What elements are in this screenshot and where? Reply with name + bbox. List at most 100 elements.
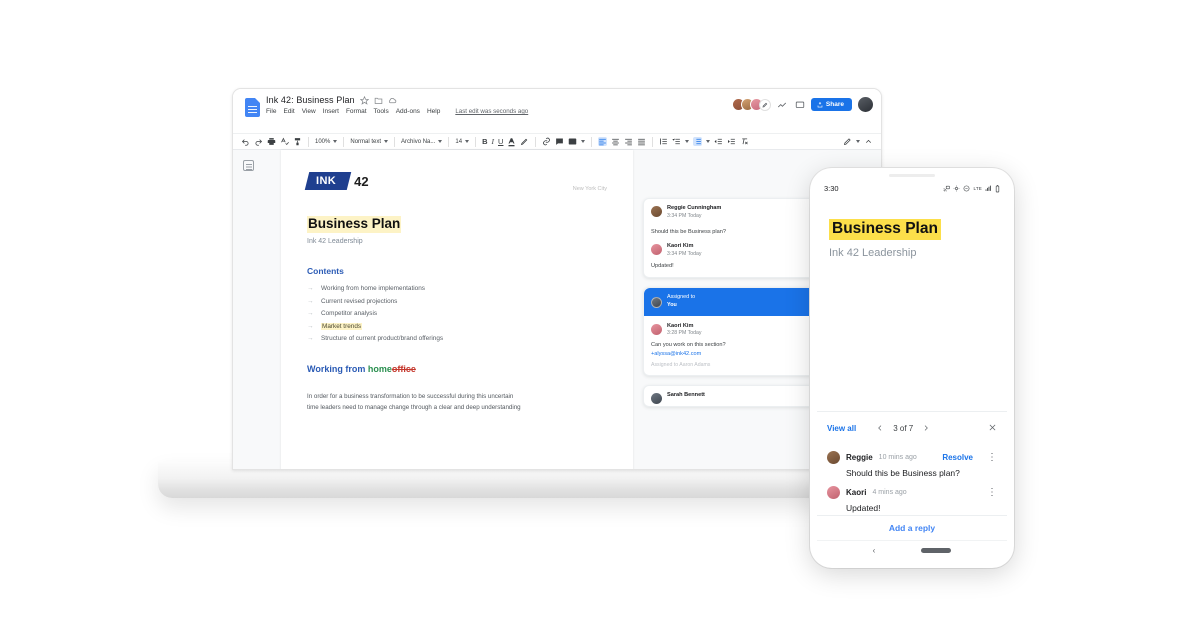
add-comment-icon[interactable] <box>555 137 564 146</box>
chevron-down-icon[interactable] <box>856 140 860 143</box>
document-outline-button[interactable] <box>243 160 254 171</box>
contents-item-label: Structure of current product/brand offer… <box>321 335 444 342</box>
comment-item[interactable]: Kaori 4 mins ago ⋮ Updated! <box>827 480 997 515</box>
comment-author: Kaori <box>846 488 867 497</box>
comment-item[interactable]: Reggie 10 mins ago Resolve ⋮ Should this… <box>827 445 997 480</box>
phone-comment-list: Reggie 10 mins ago Resolve ⋮ Should this… <box>817 443 1007 515</box>
decrease-indent-button[interactable] <box>714 137 723 146</box>
share-button[interactable]: Share <box>810 98 852 111</box>
checklist-button[interactable] <box>672 137 681 146</box>
menu-item-addons[interactable]: Add-ons <box>396 108 420 115</box>
phone-document[interactable]: Business Plan Ink 42 Leadership <box>817 197 1007 411</box>
insert-image-icon[interactable] <box>568 137 577 146</box>
contents-item-label: Competitor analysis <box>321 310 378 317</box>
back-icon[interactable]: ‹ <box>873 546 876 555</box>
italic-button[interactable]: I <box>492 137 495 146</box>
avatar <box>651 206 662 217</box>
document-page[interactable]: INK 42 New York City Business Plan Ink 4… <box>281 150 633 469</box>
align-left-button[interactable] <box>598 137 608 146</box>
add-reply-button[interactable]: Add a reply <box>817 515 1007 540</box>
close-icon[interactable] <box>988 419 997 437</box>
insert-link-icon[interactable] <box>542 137 551 146</box>
print-icon[interactable] <box>267 137 276 146</box>
chevron-down-icon[interactable] <box>581 140 586 143</box>
contents-heading: Contents <box>307 266 344 276</box>
toolbar-divider <box>343 136 345 147</box>
redo-icon[interactable] <box>254 137 263 146</box>
document-title[interactable]: Ink 42: Business Plan <box>266 95 355 105</box>
view-all-button[interactable]: View all <box>827 424 856 433</box>
section-heading-prefix: Working from <box>307 364 368 374</box>
assigned-target: You <box>667 301 677 308</box>
phone-page-subtitle: Ink 42 Leadership <box>829 246 917 259</box>
arrow-icon: → <box>307 297 314 305</box>
comment-history-icon[interactable] <box>775 98 789 112</box>
chevron-down-icon[interactable] <box>685 140 690 143</box>
menu-item-edit[interactable]: Edit <box>283 108 294 115</box>
highlight-color-button[interactable] <box>520 137 529 146</box>
toolbar-divider <box>448 136 450 147</box>
battery-icon <box>995 184 1000 192</box>
menu-item-tools[interactable]: Tools <box>374 108 389 115</box>
account-avatar[interactable] <box>858 97 873 112</box>
zoom-selector[interactable]: 100% <box>315 138 338 145</box>
phone-page-title: Business Plan <box>829 219 941 240</box>
menu-item-format[interactable]: Format <box>346 108 367 115</box>
text-color-button[interactable] <box>507 137 516 147</box>
comment-options-icon[interactable]: ⋮ <box>987 452 997 462</box>
home-pill-icon[interactable] <box>921 547 952 553</box>
menu-item-help[interactable]: Help <box>427 108 440 115</box>
avatar <box>651 244 662 256</box>
line-spacing-button[interactable] <box>659 137 668 146</box>
hide-menus-icon[interactable] <box>864 137 873 146</box>
cast-icon <box>943 185 951 192</box>
comment-options-icon[interactable]: ⋮ <box>987 487 997 497</box>
star-icon[interactable] <box>359 95 369 105</box>
list-item: → Structure of current product/brand offe… <box>307 335 607 342</box>
docs-menubar: File Edit View Insert Format Tools Add-o… <box>266 108 732 115</box>
font-size-selector[interactable]: 14 <box>455 139 470 145</box>
location-icon <box>954 185 960 192</box>
menu-item-insert[interactable]: Insert <box>323 108 339 115</box>
paint-format-icon[interactable] <box>293 137 302 146</box>
increase-indent-button[interactable] <box>727 137 736 146</box>
phone-status-bar: 3:30 LTE <box>817 179 1007 197</box>
status-icon-group: LTE <box>943 184 1000 193</box>
ink42-logo: INK 42 <box>304 172 369 190</box>
last-edit-link[interactable]: Last edit was seconds ago <box>455 108 528 115</box>
align-center-button[interactable] <box>611 137 620 146</box>
present-icon[interactable] <box>793 98 807 112</box>
suggested-insertion: home <box>367 364 392 374</box>
clear-formatting-button[interactable] <box>740 137 749 146</box>
chevron-down-icon <box>465 140 470 143</box>
menu-item-view[interactable]: View <box>302 108 316 115</box>
paragraph-style-selector[interactable]: Normal text <box>350 139 389 145</box>
underline-button[interactable]: U <box>498 137 503 146</box>
zoom-value: 100% <box>315 138 331 145</box>
align-right-button[interactable] <box>624 137 633 146</box>
editing-mode-icon[interactable] <box>758 98 771 111</box>
comment-author: Reggie <box>846 453 873 462</box>
undo-icon[interactable] <box>241 137 250 146</box>
bulleted-list-button[interactable] <box>693 137 703 146</box>
cloud-status-icon[interactable] <box>388 96 397 105</box>
resolve-button[interactable]: Resolve <box>942 453 973 462</box>
menu-item-file[interactable]: File <box>266 108 276 115</box>
chevron-down-icon[interactable] <box>706 140 711 143</box>
signal-icon <box>985 185 991 191</box>
font-selector[interactable]: Archivo Na... <box>401 139 443 145</box>
spellcheck-icon[interactable] <box>280 137 289 146</box>
chevron-right-icon[interactable] <box>922 424 930 432</box>
list-item: → Market trends <box>307 322 607 330</box>
align-justify-button[interactable] <box>637 137 646 146</box>
contents-list: → Working from home implementations → Curr… <box>307 285 607 342</box>
comment-timestamp: 4 mins ago <box>872 489 907 496</box>
move-to-folder-icon[interactable] <box>374 96 383 105</box>
comment-pager: 3 of 7 <box>876 424 930 433</box>
bold-button[interactable]: B <box>482 137 487 146</box>
chevron-down-icon <box>333 140 338 143</box>
editing-mode-selector[interactable] <box>843 137 852 146</box>
body-line-1: In order for a business transformation t… <box>307 393 514 400</box>
chevron-left-icon[interactable] <box>876 424 884 432</box>
docs-toolbar: 100% Normal text Archivo Na... 14 B I U <box>233 133 881 150</box>
